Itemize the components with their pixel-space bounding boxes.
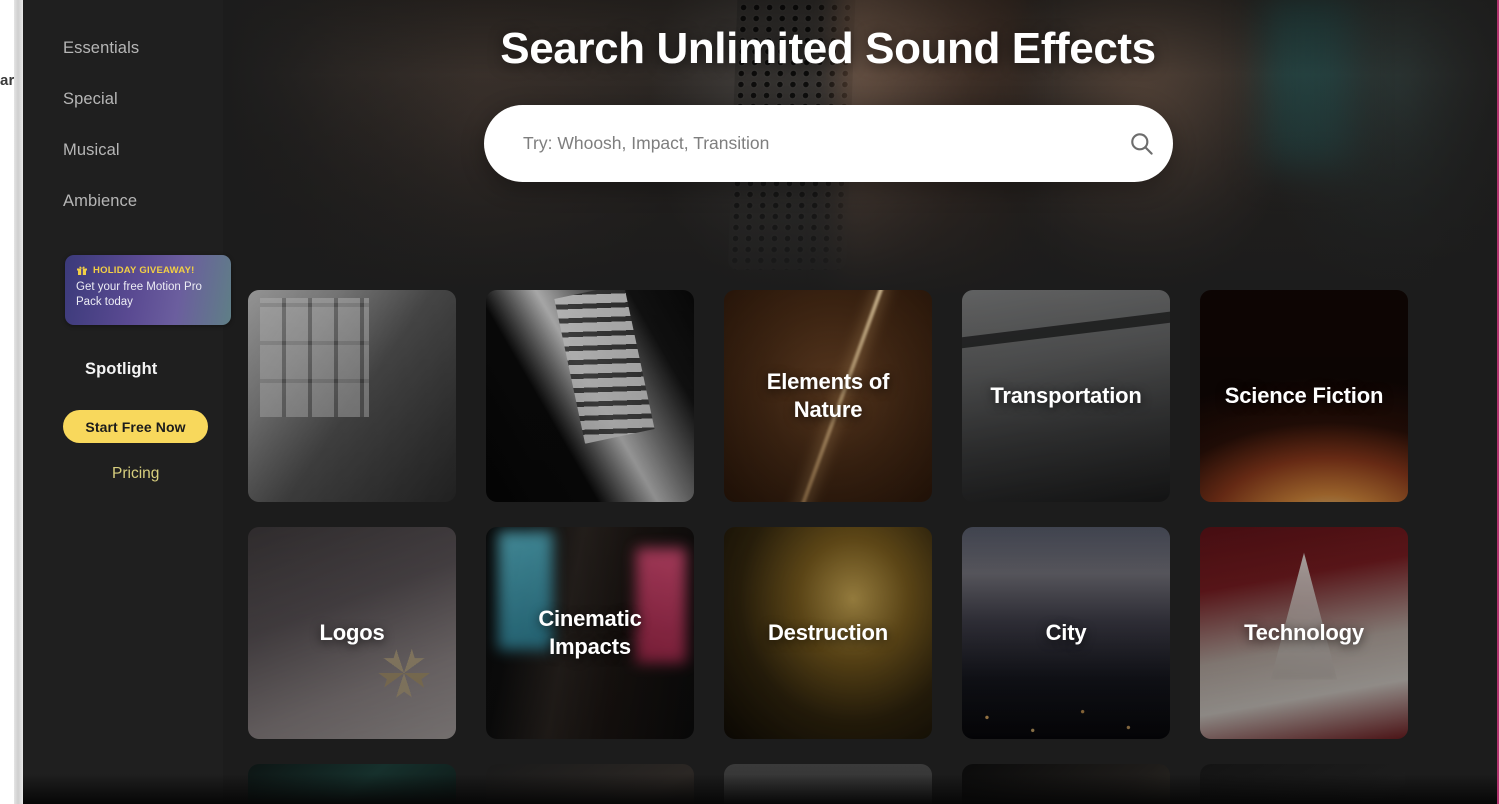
- category-grid: Elements of Nature Transportation Scienc…: [225, 290, 1408, 804]
- gift-icon: [77, 266, 87, 275]
- card-label: Destruction: [767, 619, 889, 645]
- category-card[interactable]: [486, 290, 694, 502]
- app-surface: Search Unlimited Sound Effects Try: Whoo…: [23, 0, 1499, 804]
- card-artwork: [724, 764, 932, 804]
- search-input[interactable]: [523, 133, 1109, 154]
- sidebar-item-essentials[interactable]: Essentials: [63, 39, 139, 58]
- category-card[interactable]: [724, 764, 932, 804]
- sidebar: Essentials Special Musical Ambience HOLI…: [23, 0, 231, 804]
- promo-subtitle: Get your free Motion Pro Pack today: [76, 281, 202, 308]
- category-card-logos[interactable]: Logos: [248, 527, 456, 739]
- category-card-transportation[interactable]: Transportation: [962, 290, 1170, 502]
- sidebar-item-musical[interactable]: Musical: [63, 141, 120, 160]
- search-icon: [1130, 133, 1153, 155]
- background-page-scrollbar[interactable]: [14, 0, 23, 804]
- page-title: Search Unlimited Sound Effects: [500, 24, 1156, 73]
- pricing-link[interactable]: Pricing: [112, 465, 159, 483]
- card-label: Technology: [1244, 619, 1364, 645]
- promo-title: HOLIDAY GIVEAWAY!: [93, 264, 195, 276]
- category-card-science-fiction[interactable]: Science Fiction: [1200, 290, 1408, 502]
- category-card[interactable]: [1200, 764, 1405, 804]
- start-free-now-button[interactable]: Start Free Now: [63, 410, 208, 443]
- category-card[interactable]: [962, 764, 1170, 804]
- holiday-giveaway-banner[interactable]: HOLIDAY GIVEAWAY! Get your free Motion P…: [65, 255, 231, 325]
- sidebar-item-ambience[interactable]: Ambience: [63, 192, 137, 211]
- card-artwork: [1200, 764, 1405, 804]
- card-artwork: [962, 764, 1170, 804]
- card-label: Logos: [319, 619, 385, 645]
- category-card-cinematic-impacts[interactable]: Cinematic Impacts: [486, 527, 694, 739]
- category-row: Logos Cinematic Impacts Destruction City: [225, 527, 1408, 764]
- category-row-partial: [225, 764, 1405, 804]
- card-artwork: [248, 764, 456, 804]
- card-label: Cinematic Impacts: [538, 605, 642, 659]
- card-shade: [248, 290, 456, 502]
- card-label: City: [1045, 619, 1087, 645]
- sidebar-item-special[interactable]: Special: [63, 90, 118, 109]
- category-card[interactable]: [486, 764, 694, 804]
- category-card-destruction[interactable]: Destruction: [724, 527, 932, 739]
- spotlight-heading: Spotlight: [85, 360, 158, 378]
- category-row: Elements of Nature Transportation Scienc…: [225, 290, 1408, 527]
- search-button[interactable]: [1109, 105, 1173, 182]
- search-bar[interactable]: [484, 105, 1173, 182]
- card-label: Elements of Nature: [766, 368, 890, 422]
- promo-header: HOLIDAY GIVEAWAY!: [76, 264, 220, 276]
- card-shade: [486, 290, 694, 502]
- card-label: Science Fiction: [1224, 382, 1384, 408]
- category-card-elements-of-nature[interactable]: Elements of Nature: [724, 290, 932, 502]
- category-card[interactable]: [248, 290, 456, 502]
- card-artwork: [486, 764, 694, 804]
- category-card[interactable]: [248, 764, 456, 804]
- card-label: Transportation: [990, 382, 1142, 408]
- background-page-partial-text: ar: [0, 72, 15, 89]
- category-card-city[interactable]: City: [962, 527, 1170, 739]
- category-card-technology[interactable]: Technology: [1200, 527, 1408, 739]
